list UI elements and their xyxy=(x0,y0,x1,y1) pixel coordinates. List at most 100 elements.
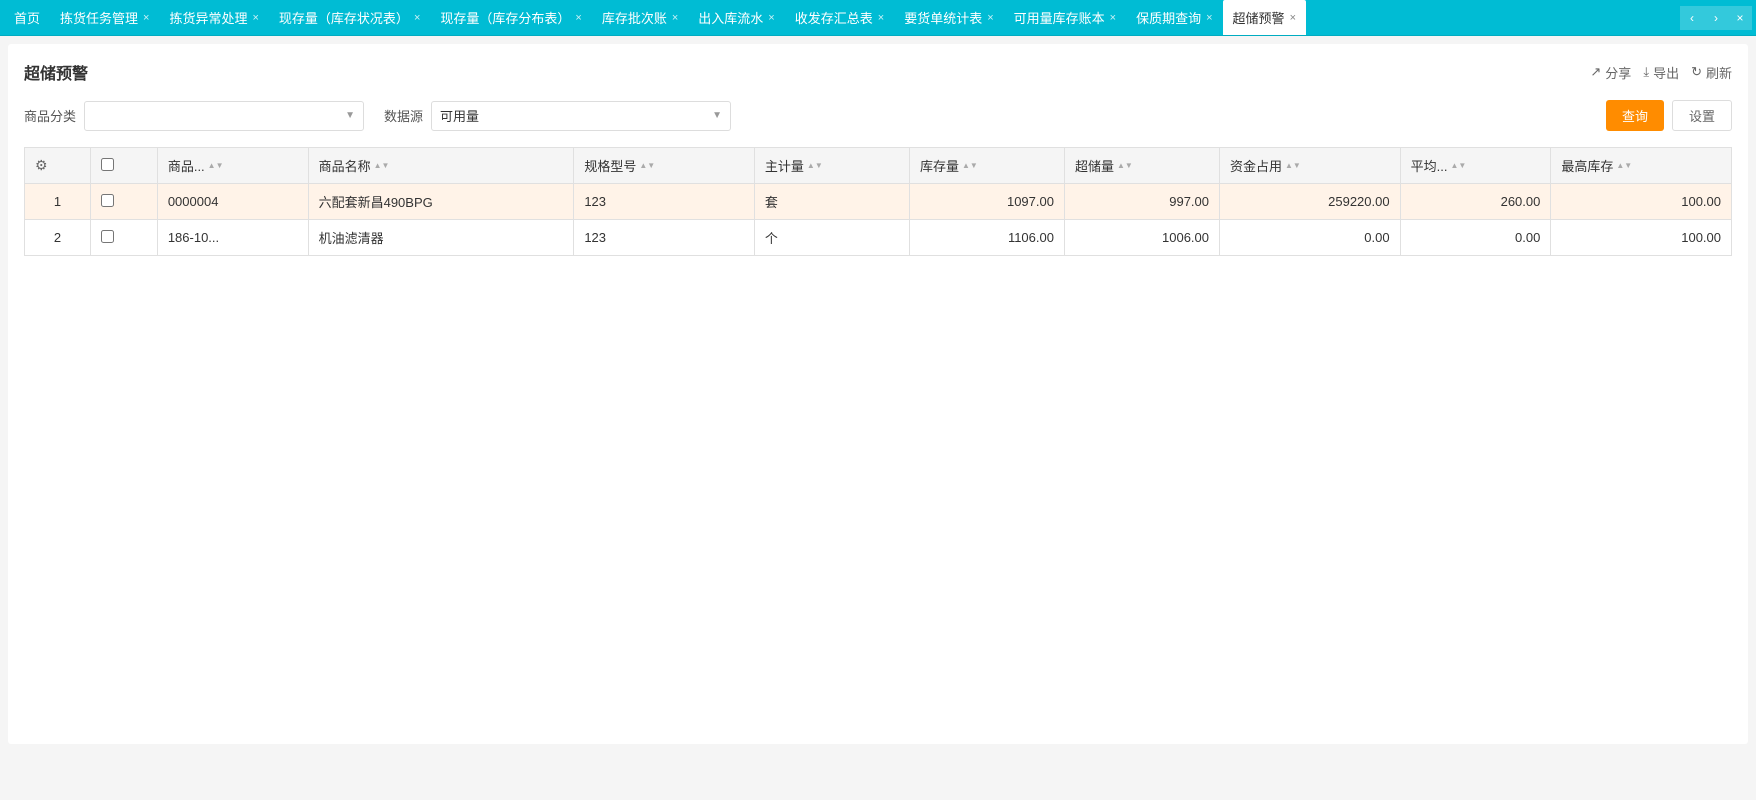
max-stock-header-label: 最高库存 xyxy=(1561,156,1613,175)
unit-header-label: 主计量 xyxy=(765,156,804,175)
nav-next-button[interactable]: › xyxy=(1704,6,1728,30)
row-num-cell: 1 xyxy=(25,184,91,220)
table-header-stock: 库存量 ▲▼ xyxy=(909,148,1064,184)
nav-tab-pick-task-label: 拣货任务管理 xyxy=(60,8,138,27)
nav-tab-summary[interactable]: 收发存汇总表 × xyxy=(785,0,894,35)
product-name-sort-icon: ▲▼ xyxy=(374,162,390,170)
data-table: ⚙ 商品... ▲▼ 商品名称 ▲▼ xyxy=(24,147,1732,256)
over-stock-sort[interactable]: 超储量 ▲▼ xyxy=(1075,156,1209,175)
nav-tab-inout-flow-close[interactable]: × xyxy=(768,12,774,24)
table-header-spec: 规格型号 ▲▼ xyxy=(574,148,755,184)
nav-tab-summary-close[interactable]: × xyxy=(878,12,884,24)
nav-tab-available-stock[interactable]: 可用量库存账本 × xyxy=(1004,0,1126,35)
nav-tab-stock-dist[interactable]: 现存量（库存分布表） × xyxy=(430,0,591,35)
category-select[interactable]: ▼ xyxy=(84,101,364,131)
row-product-code: 186-10... xyxy=(157,220,308,256)
category-select-chevron: ▼ xyxy=(345,110,355,121)
product-code-sort-icon: ▲▼ xyxy=(208,162,224,170)
row-capital: 259220.00 xyxy=(1220,184,1401,220)
datasource-select-value: 可用量 xyxy=(440,106,479,125)
gear-icon[interactable]: ⚙ xyxy=(35,157,48,173)
nav-tab-stock-status[interactable]: 现存量（库存状况表） × xyxy=(269,0,430,35)
nav-tab-batch-label: 库存批次账 xyxy=(602,8,667,27)
spec-sort[interactable]: 规格型号 ▲▼ xyxy=(584,156,744,175)
nav-tab-stock-dist-close[interactable]: × xyxy=(575,12,581,24)
nav-tab-pick-exception-close[interactable]: × xyxy=(252,12,258,24)
avg-sort[interactable]: 平均... ▲▼ xyxy=(1411,156,1541,175)
stock-header-label: 库存量 xyxy=(920,156,959,175)
nav-tab-batch[interactable]: 库存批次账 × xyxy=(592,0,688,35)
max-stock-sort-icon: ▲▼ xyxy=(1616,162,1632,170)
page-header: 超储预警 ↗ 分享 ⤓ 导出 ↻ 刷新 xyxy=(24,60,1732,84)
export-icon: ⤓ xyxy=(1643,64,1649,80)
nav-tab-overstock[interactable]: 超储预警 × xyxy=(1223,0,1306,35)
nav-tab-batch-close[interactable]: × xyxy=(672,12,678,24)
stock-sort-icon: ▲▼ xyxy=(962,162,978,170)
table-header-product-code: 商品... ▲▼ xyxy=(157,148,308,184)
share-label: 分享 xyxy=(1605,63,1631,82)
nav-tab-order-stats[interactable]: 要货单统计表 × xyxy=(894,0,1003,35)
nav-tab-shelf-life-close[interactable]: × xyxy=(1206,12,1212,24)
nav-tab-pick-exception-label: 拣货异常处理 xyxy=(169,8,247,27)
datasource-select[interactable]: 可用量 ▼ xyxy=(431,101,731,131)
nav-tab-order-stats-label: 要货单统计表 xyxy=(904,8,982,27)
row-unit: 个 xyxy=(754,220,909,256)
nav-tab-pick-exception[interactable]: 拣货异常处理 × xyxy=(159,0,268,35)
nav-tab-inout-flow-label: 出入库流水 xyxy=(698,8,763,27)
nav-tab-overstock-label: 超储预警 xyxy=(1233,8,1285,27)
datasource-filter-group: 数据源 可用量 ▼ xyxy=(384,101,731,131)
setting-button[interactable]: 设置 xyxy=(1672,100,1732,131)
nav-tab-overstock-close[interactable]: × xyxy=(1290,12,1296,24)
export-button[interactable]: ⤓ 导出 xyxy=(1643,63,1679,82)
nav-tab-home[interactable]: 首页 xyxy=(4,0,50,35)
nav-tab-shelf-life[interactable]: 保质期查询 × xyxy=(1126,0,1222,35)
row-checkbox[interactable] xyxy=(101,230,114,243)
avg-header-label: 平均... xyxy=(1411,156,1448,175)
header-actions: ↗ 分享 ⤓ 导出 ↻ 刷新 xyxy=(1590,63,1732,82)
nav-tab-summary-label: 收发存汇总表 xyxy=(795,8,873,27)
table-header-row: ⚙ 商品... ▲▼ 商品名称 ▲▼ xyxy=(25,148,1732,184)
spec-sort-icon: ▲▼ xyxy=(639,162,655,170)
row-checkbox-cell xyxy=(90,220,157,256)
table-header-over-stock: 超储量 ▲▼ xyxy=(1064,148,1219,184)
nav-prev-button[interactable]: ‹ xyxy=(1680,6,1704,30)
spec-header-label: 规格型号 xyxy=(584,156,636,175)
page-title: 超储预警 xyxy=(24,60,88,84)
product-name-header-label: 商品名称 xyxy=(319,156,371,175)
table-row: 2 186-10... 机油滤清器 123 个 1106.00 1006.00 … xyxy=(25,220,1732,256)
nav-tab-available-stock-close[interactable]: × xyxy=(1110,12,1116,24)
row-max-stock: 100.00 xyxy=(1551,184,1732,220)
avg-sort-icon: ▲▼ xyxy=(1450,162,1466,170)
nav-tab-order-stats-close[interactable]: × xyxy=(987,12,993,24)
row-stock: 1106.00 xyxy=(909,220,1064,256)
table-header-product-name: 商品名称 ▲▼ xyxy=(308,148,574,184)
page-container: 超储预警 ↗ 分享 ⤓ 导出 ↻ 刷新 商品分类 ▼ 数据源 xyxy=(8,44,1748,744)
capital-sort[interactable]: 资金占用 ▲▼ xyxy=(1230,156,1390,175)
row-checkbox-cell xyxy=(90,184,157,220)
refresh-button[interactable]: ↻ 刷新 xyxy=(1691,63,1732,82)
nav-tab-stock-status-close[interactable]: × xyxy=(414,12,420,24)
nav-arrows-container: ‹ › × xyxy=(1680,6,1752,30)
capital-header-label: 资金占用 xyxy=(1230,156,1282,175)
query-button[interactable]: 查询 xyxy=(1606,100,1664,131)
row-over-stock: 1006.00 xyxy=(1064,220,1219,256)
unit-sort[interactable]: 主计量 ▲▼ xyxy=(765,156,899,175)
select-all-checkbox[interactable] xyxy=(101,158,114,171)
export-label: 导出 xyxy=(1653,63,1679,82)
capital-sort-icon: ▲▼ xyxy=(1285,162,1301,170)
nav-tab-pick-task[interactable]: 拣货任务管理 × xyxy=(50,0,159,35)
product-code-sort[interactable]: 商品... ▲▼ xyxy=(168,156,298,175)
nav-more-button[interactable]: × xyxy=(1728,6,1752,30)
row-checkbox[interactable] xyxy=(101,194,114,207)
nav-tab-inout-flow[interactable]: 出入库流水 × xyxy=(688,0,784,35)
stock-sort[interactable]: 库存量 ▲▼ xyxy=(920,156,1054,175)
row-capital: 0.00 xyxy=(1220,220,1401,256)
max-stock-sort[interactable]: 最高库存 ▲▼ xyxy=(1561,156,1721,175)
table-row: 1 0000004 六配套新昌490BPG 123 套 1097.00 997.… xyxy=(25,184,1732,220)
nav-tab-pick-task-close[interactable]: × xyxy=(143,12,149,24)
share-button[interactable]: ↗ 分享 xyxy=(1590,63,1631,82)
table-header-checkbox xyxy=(90,148,157,184)
product-name-sort[interactable]: 商品名称 ▲▼ xyxy=(319,156,564,175)
nav-tab-stock-status-label: 现存量（库存状况表） xyxy=(279,8,409,27)
row-product-name: 机油滤清器 xyxy=(308,220,574,256)
